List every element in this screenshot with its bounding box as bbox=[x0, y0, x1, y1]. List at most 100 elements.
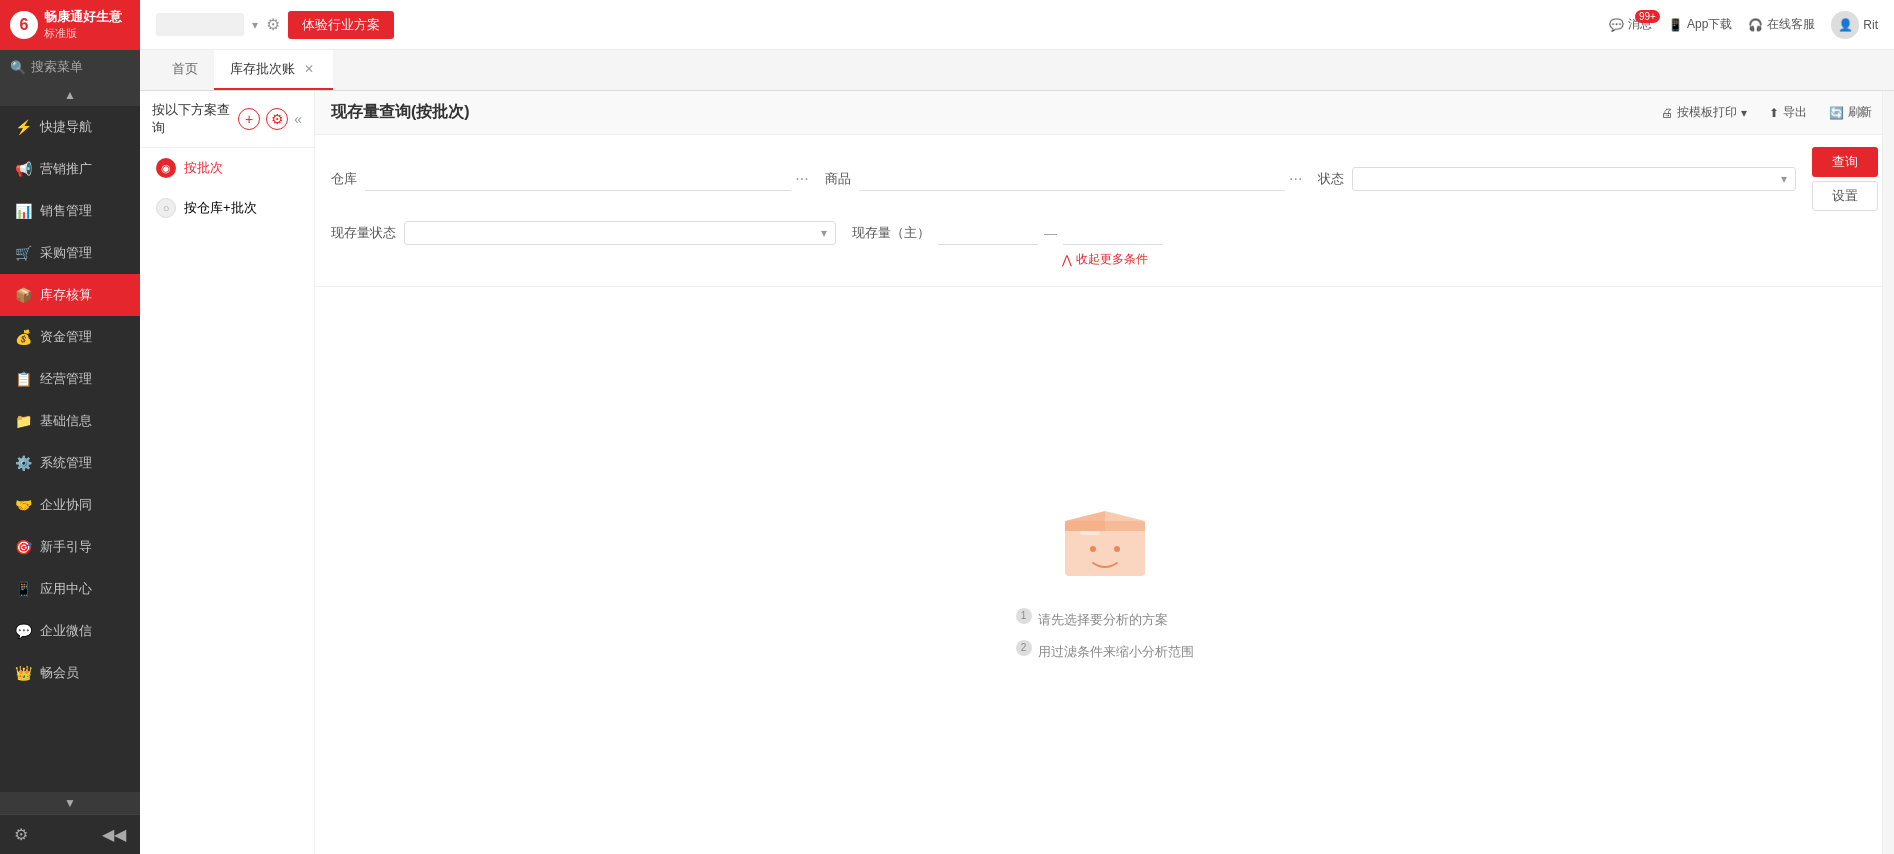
user-name-label: Rit bbox=[1863, 18, 1878, 32]
sidebar-item-basics[interactable]: 📁 基础信息 bbox=[0, 400, 140, 442]
svg-point-5 bbox=[1114, 546, 1120, 552]
inventory-status-label: 现存量状态 bbox=[331, 224, 396, 242]
sidebar-item-inventory[interactable]: 📦 库存核算 bbox=[0, 274, 140, 316]
empty-svg bbox=[1045, 471, 1165, 591]
collapse-footer-icon[interactable]: ◀◀ bbox=[102, 825, 126, 844]
add-scheme-button[interactable]: + bbox=[238, 108, 260, 130]
collapse-panel-button[interactable]: « bbox=[294, 111, 302, 127]
inventory-status-select[interactable]: ▾ bbox=[404, 221, 836, 245]
topbar-settings-icon[interactable]: ⚙ bbox=[266, 15, 280, 34]
hint-text-1: 请先选择要分析的方案 bbox=[1038, 607, 1168, 633]
scheme-settings-button[interactable]: ⚙ bbox=[266, 108, 288, 130]
product-more-icon[interactable]: ··· bbox=[1289, 170, 1302, 188]
hint-number-1: 1 bbox=[1016, 608, 1032, 624]
sidebar-item-system[interactable]: ⚙️ 系统管理 bbox=[0, 442, 140, 484]
tab-close-icon[interactable]: ✕ bbox=[301, 61, 317, 77]
export-button[interactable]: ⬆ 导出 bbox=[1763, 101, 1813, 124]
scheme-item-by-warehouse-batch[interactable]: ○ 按仓库+批次 bbox=[140, 188, 314, 228]
sidebar-label: 采购管理 bbox=[40, 244, 92, 262]
main-area: ▾ ⚙ 体验行业方案 💬 消息 99+ 📱 App下载 🎧 在线客服 👤 bbox=[140, 0, 1894, 854]
filter-area: 仓库 ··· 商品 ··· 状态 ▾ bbox=[315, 135, 1894, 287]
product-filter-group: 商品 ··· bbox=[825, 147, 1303, 211]
hint-text-2: 用过滤条件来缩小分析范围 bbox=[1038, 639, 1194, 665]
query-button[interactable]: 查询 bbox=[1812, 147, 1878, 177]
sidebar-label: 企业微信 bbox=[40, 622, 92, 640]
scheme-panel-actions: + ⚙ « bbox=[238, 108, 302, 130]
scheme-panel-title: 按以下方案查询 bbox=[152, 101, 238, 137]
warehouse-more-icon[interactable]: ··· bbox=[795, 170, 808, 188]
sidebar-item-enterprise-wechat[interactable]: 💬 企业微信 bbox=[0, 610, 140, 652]
sidebar-item-enterprise-collab[interactable]: 🤝 企业协同 bbox=[0, 484, 140, 526]
sidebar-scroll-down[interactable]: ▼ bbox=[0, 792, 140, 814]
printer-icon: 🖨 bbox=[1661, 106, 1673, 120]
messages-action[interactable]: 💬 消息 99+ bbox=[1609, 16, 1652, 33]
refresh-icon: 🔄 bbox=[1829, 106, 1844, 120]
app-logo: 6 bbox=[10, 11, 38, 39]
edition-label: 标准版 bbox=[44, 26, 122, 41]
avatar-icon: 👤 bbox=[1838, 18, 1853, 32]
sidebar-item-sales[interactable]: 📊 销售管理 bbox=[0, 190, 140, 232]
right-scrollbar[interactable] bbox=[1882, 91, 1894, 854]
scheme-inactive-icon: ○ bbox=[156, 198, 176, 218]
breadcrumb-dropdown[interactable]: ▾ bbox=[252, 18, 258, 32]
inventory-icon: 📦 bbox=[14, 286, 32, 304]
empty-state: 1 请先选择要分析的方案 2 用过滤条件来缩小分析范围 bbox=[315, 287, 1894, 854]
sidebar-footer: ⚙ ◀◀ bbox=[0, 814, 140, 854]
settings-footer-icon[interactable]: ⚙ bbox=[14, 825, 28, 844]
sidebar-item-app-center[interactable]: 📱 应用中心 bbox=[0, 568, 140, 610]
app-info: 畅康通好生意 标准版 bbox=[44, 8, 122, 42]
tab-inventory-batch[interactable]: 库存批次账 ✕ bbox=[214, 50, 333, 90]
settings-button[interactable]: 设置 bbox=[1812, 181, 1878, 211]
quick-nav-icon: ⚡ bbox=[14, 118, 32, 136]
tab-home[interactable]: 首页 bbox=[156, 50, 214, 90]
sidebar-item-finance[interactable]: 💰 资金管理 bbox=[0, 316, 140, 358]
print-template-button[interactable]: 🖨 按模板打印 ▾ bbox=[1655, 101, 1753, 124]
collapse-up-icon: ⋀ bbox=[1062, 253, 1072, 267]
trial-industry-button[interactable]: 体验行业方案 bbox=[288, 11, 394, 39]
sidebar-label: 企业协同 bbox=[40, 496, 92, 514]
scheme-label: 按仓库+批次 bbox=[184, 199, 257, 217]
status-filter-label: 状态 bbox=[1318, 170, 1344, 188]
members-icon: 👑 bbox=[14, 664, 32, 682]
sidebar-search[interactable]: 🔍 搜索菜单 bbox=[0, 50, 140, 84]
user-profile-action[interactable]: 👤 Rit bbox=[1831, 11, 1878, 39]
product-filter-input[interactable] bbox=[859, 167, 1285, 191]
online-service-action[interactable]: 🎧 在线客服 bbox=[1748, 16, 1815, 33]
sidebar-item-members[interactable]: 👑 畅会员 bbox=[0, 652, 140, 694]
page-header: 现存量查询(按批次) 🖨 按模板打印 ▾ ⬆ 导出 🔄 刷新 bbox=[315, 91, 1894, 135]
new-guide-icon: 🎯 bbox=[14, 538, 32, 556]
sidebar-label: 快捷导航 bbox=[40, 118, 92, 136]
sidebar-label: 应用中心 bbox=[40, 580, 92, 598]
scheme-item-by-batch[interactable]: ◉ 按批次 bbox=[140, 148, 314, 188]
quantity-max-input[interactable] bbox=[1063, 221, 1163, 245]
sidebar-label: 资金管理 bbox=[40, 328, 92, 346]
sales-icon: 📊 bbox=[14, 202, 32, 220]
warehouse-filter-input[interactable] bbox=[365, 167, 791, 191]
inventory-status-filter-group: 现存量状态 ▾ bbox=[331, 221, 836, 245]
status-select[interactable]: ▾ bbox=[1352, 167, 1796, 191]
quantity-min-input[interactable] bbox=[938, 221, 1038, 245]
sidebar-item-purchase[interactable]: 🛒 采购管理 bbox=[0, 232, 140, 274]
warehouse-filter-label: 仓库 bbox=[331, 170, 357, 188]
svg-marker-2 bbox=[1105, 511, 1145, 531]
page-title: 现存量查询(按批次) bbox=[331, 102, 470, 123]
sidebar-item-marketing[interactable]: 📢 营销推广 bbox=[0, 148, 140, 190]
hint-number-2: 2 bbox=[1016, 640, 1032, 656]
sidebar-item-operations[interactable]: 📋 经营管理 bbox=[0, 358, 140, 400]
sidebar-item-new-guide[interactable]: 🎯 新手引导 bbox=[0, 526, 140, 568]
scheme-panel: 按以下方案查询 + ⚙ « ◉ 按批次 bbox=[140, 91, 315, 854]
company-name: 畅康通好生意 bbox=[44, 8, 122, 26]
basics-icon: 📁 bbox=[14, 412, 32, 430]
avatar: 👤 bbox=[1831, 11, 1859, 39]
tab-inventory-batch-label: 库存批次账 bbox=[230, 60, 295, 78]
collapse-filter-button[interactable]: ⋀ 收起更多条件 bbox=[331, 245, 1878, 274]
sidebar-item-quick-nav[interactable]: ⚡ 快捷导航 bbox=[0, 106, 140, 148]
close-panel-button[interactable]: ✕ bbox=[1855, 101, 1870, 123]
app-download-action[interactable]: 📱 App下载 bbox=[1668, 16, 1732, 33]
hint-item-1: 1 请先选择要分析的方案 bbox=[1016, 607, 1194, 633]
operations-icon: 📋 bbox=[14, 370, 32, 388]
sidebar-scroll-up[interactable]: ▲ bbox=[0, 84, 140, 106]
message-icon: 💬 bbox=[1609, 18, 1624, 32]
topbar: ▾ ⚙ 体验行业方案 💬 消息 99+ 📱 App下载 🎧 在线客服 👤 bbox=[140, 0, 1894, 50]
warehouse-filter-group: 仓库 ··· bbox=[331, 147, 809, 211]
